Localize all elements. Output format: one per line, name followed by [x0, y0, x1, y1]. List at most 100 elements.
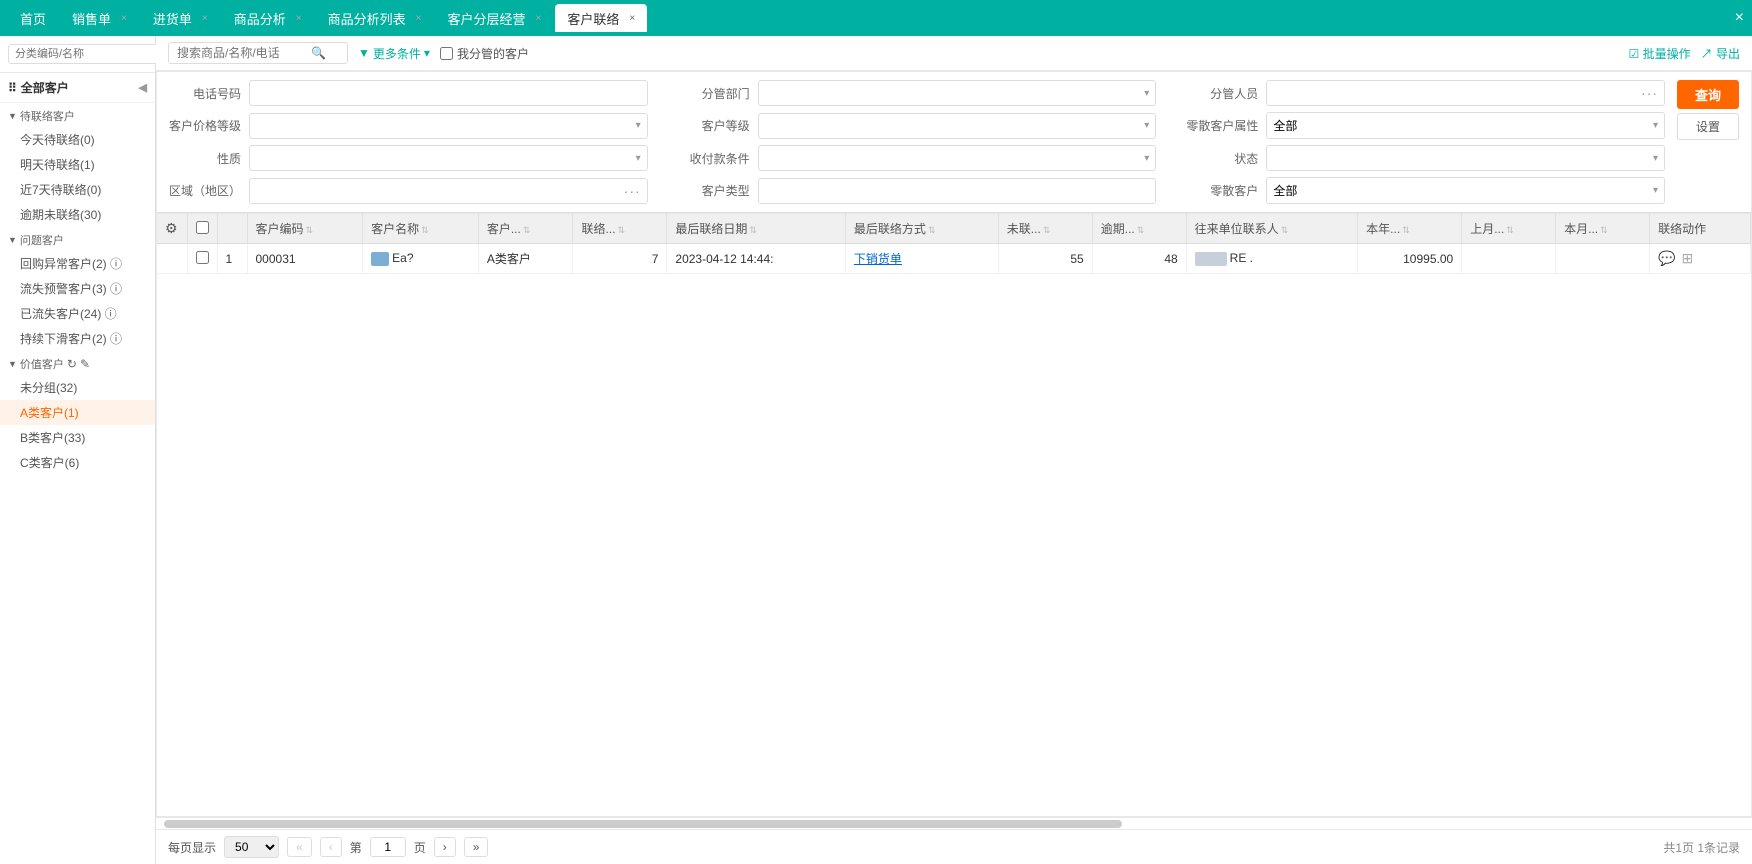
- nav-tab-close-商品分析[interactable]: ×: [296, 13, 302, 24]
- page-label: 第: [350, 839, 362, 856]
- filter-nature-dropdown[interactable]: ▾: [249, 145, 648, 171]
- sidebar-item-0-2[interactable]: 近7天待联络(0): [0, 177, 155, 202]
- chat-icon-0[interactable]: 💬: [1658, 250, 1675, 267]
- col-last-method[interactable]: 最后联络方式⇅: [845, 214, 998, 244]
- col-name[interactable]: 客户名称⇅: [363, 214, 479, 244]
- sidebar-section-title-0[interactable]: ▼ 待联络客户: [0, 103, 155, 127]
- filter-customer-type-input[interactable]: [758, 178, 1157, 204]
- filter-person-input[interactable]: ···: [1266, 80, 1665, 106]
- filter-status-dropdown[interactable]: ▾: [1266, 145, 1665, 171]
- row-last-month-0: [1462, 244, 1556, 274]
- select-all-col[interactable]: [187, 214, 217, 244]
- grid-icon: ⠿: [8, 81, 17, 95]
- nav-tab-商品分析[interactable]: 商品分析×: [222, 4, 314, 32]
- horizontal-scrollbar[interactable]: [156, 817, 1752, 829]
- filter-price-level-dropdown[interactable]: ▾: [249, 113, 648, 139]
- col-overdue[interactable]: 逾期...⇅: [1092, 214, 1186, 244]
- filter-customer-level-dropdown[interactable]: ▾: [758, 113, 1157, 139]
- row-contact-person-0: RE .: [1186, 244, 1358, 274]
- pagination-bar: 每页显示 50 20 100 « ‹ 第 页 › » 共1页 1条记录: [156, 829, 1752, 864]
- sidebar-search-area: 🔍: [0, 36, 155, 73]
- filter-search-icon[interactable]: 🔍: [311, 46, 326, 60]
- dept-dropdown-arrow: ▾: [1144, 88, 1149, 99]
- settings-button[interactable]: 设置: [1677, 113, 1739, 140]
- table-gear-icon[interactable]: ⚙: [165, 220, 178, 236]
- row-checkbox-0[interactable]: [187, 244, 217, 274]
- sidebar-item-1-0[interactable]: 回购异常客户(2) ⓘ: [0, 251, 155, 276]
- edit-icon[interactable]: ✎: [80, 357, 90, 371]
- gear-col[interactable]: ⚙: [157, 214, 187, 244]
- col-this-month[interactable]: 本月...⇅: [1556, 214, 1650, 244]
- nav-tab-close-客户分层经营[interactable]: ×: [535, 13, 541, 24]
- nav-tab-close-客户联络[interactable]: ×: [629, 13, 635, 24]
- select-all-checkbox[interactable]: [196, 221, 209, 234]
- sidebar-item-1-1[interactable]: 流失预警客户(3) ⓘ: [0, 276, 155, 301]
- row-select-0[interactable]: [196, 251, 209, 264]
- nav-tab-商品分析列表[interactable]: 商品分析列表×: [316, 4, 434, 32]
- col-contact-person[interactable]: 往来单位联系人⇅: [1186, 214, 1358, 244]
- filter-search-input[interactable]: [177, 46, 307, 60]
- more-conditions-btn[interactable]: ▼ 更多条件 ▾: [358, 45, 430, 62]
- row-this-month-0: [1556, 244, 1650, 274]
- col-contacts[interactable]: 联络...⇅: [573, 214, 667, 244]
- sidebar-all-customers[interactable]: ⠿ 全部客户 ◀: [0, 73, 155, 103]
- sidebar-item-0-0[interactable]: 今天待联络(0): [0, 127, 155, 152]
- sidebar: 🔍 ⠿ 全部客户 ◀ ▼ 待联络客户今天待联络(0)明天待联络(1)近7天待联络…: [0, 36, 156, 864]
- sidebar-item-2-1[interactable]: A类客户(1): [0, 400, 155, 425]
- nav-tab-close-进货单[interactable]: ×: [202, 13, 208, 24]
- col-code[interactable]: 客户编码⇅: [247, 214, 363, 244]
- sidebar-item-2-0[interactable]: 未分组(32): [0, 375, 155, 400]
- batch-op-btn[interactable]: ☑ 批量操作: [1629, 45, 1691, 62]
- window-close-button[interactable]: ×: [1735, 9, 1744, 27]
- col-this-year[interactable]: 本年...⇅: [1358, 214, 1462, 244]
- nav-tab-close-销售单[interactable]: ×: [121, 13, 127, 24]
- filter-retail-attr: 零散客户属性 全部▾: [1186, 112, 1665, 139]
- next-page-btn[interactable]: ›: [434, 837, 456, 857]
- page-size-label: 每页显示: [168, 839, 216, 856]
- content-area: 🔍 ▼ 更多条件 ▾ 我分管的客户 ☑ 批量操作 ↗ 导出: [156, 36, 1752, 864]
- query-button[interactable]: 查询: [1677, 80, 1739, 109]
- sidebar-collapse-btn[interactable]: ◀: [139, 81, 147, 94]
- page-number-input[interactable]: [370, 837, 406, 857]
- filter-payment-dropdown[interactable]: ▾: [758, 145, 1157, 171]
- sidebar-item-2-3[interactable]: C类客户(6): [0, 450, 155, 475]
- nav-tab-客户分层经营[interactable]: 客户分层经营×: [435, 4, 553, 32]
- nav-tab-close-商品分析列表[interactable]: ×: [416, 13, 422, 24]
- filter-phone-input[interactable]: [249, 80, 648, 106]
- col-type[interactable]: 客户...⇅: [478, 214, 573, 244]
- prev-page-btn[interactable]: ‹: [320, 837, 342, 857]
- sidebar-item-1-2[interactable]: 已流失客户(24) ⓘ: [0, 301, 155, 326]
- col-not-contacted[interactable]: 未联...⇅: [998, 214, 1092, 244]
- filter-retail-customer-dropdown[interactable]: 全部▾: [1266, 177, 1665, 204]
- col-last-date[interactable]: 最后联络日期⇅: [667, 214, 846, 244]
- sidebar-item-1-3[interactable]: 持续下滑客户(2) ⓘ: [0, 326, 155, 351]
- top-nav: 首页销售单×进货单×商品分析×商品分析列表×客户分层经营×客户联络× ×: [0, 0, 1752, 36]
- filter-region-input[interactable]: ···: [249, 178, 648, 204]
- my-customers-checkbox[interactable]: [440, 47, 453, 60]
- nav-tab-进货单[interactable]: 进货单×: [141, 4, 220, 32]
- sidebar-item-2-2[interactable]: B类客户(33): [0, 425, 155, 450]
- export-btn[interactable]: ↗ 导出: [1701, 45, 1740, 62]
- last-page-btn[interactable]: »: [464, 837, 489, 857]
- col-last-month[interactable]: 上月...⇅: [1462, 214, 1556, 244]
- qr-icon-0[interactable]: ⊞: [1682, 250, 1694, 267]
- refresh-icon[interactable]: ↻: [67, 357, 77, 371]
- page-size-select[interactable]: 50 20 100: [224, 836, 279, 858]
- filter-payment: 收付款条件 ▾: [678, 145, 1157, 171]
- sidebar-section-title-2[interactable]: ▼ 价值客户 ↻ ✎: [0, 351, 155, 375]
- row-contacts-0: 7: [573, 244, 667, 274]
- filter-dept-dropdown[interactable]: ▾: [758, 80, 1157, 106]
- sidebar-item-0-1[interactable]: 明天待联络(1): [0, 152, 155, 177]
- sidebar-item-0-3[interactable]: 逾期未联络(30): [0, 202, 155, 227]
- sidebar-section-title-1[interactable]: ▼ 问题客户: [0, 227, 155, 251]
- nav-tab-首页[interactable]: 首页: [8, 4, 58, 32]
- nav-tab-销售单[interactable]: 销售单×: [60, 4, 139, 32]
- sidebar-search-input[interactable]: [8, 44, 164, 64]
- table-area: ⚙ 客户编码⇅ 客户名称⇅ 客户...⇅ 联络...⇅ 最后联络日期⇅ 最后联络…: [156, 213, 1752, 817]
- row-last-method-0[interactable]: 下销货单: [845, 244, 998, 274]
- first-page-btn[interactable]: «: [287, 837, 312, 857]
- my-customers-filter[interactable]: 我分管的客户: [440, 45, 529, 62]
- nav-tab-客户联络[interactable]: 客户联络×: [555, 4, 647, 32]
- filter-retail-attr-dropdown[interactable]: 全部▾: [1266, 112, 1665, 139]
- page-of-label: 页: [414, 839, 426, 856]
